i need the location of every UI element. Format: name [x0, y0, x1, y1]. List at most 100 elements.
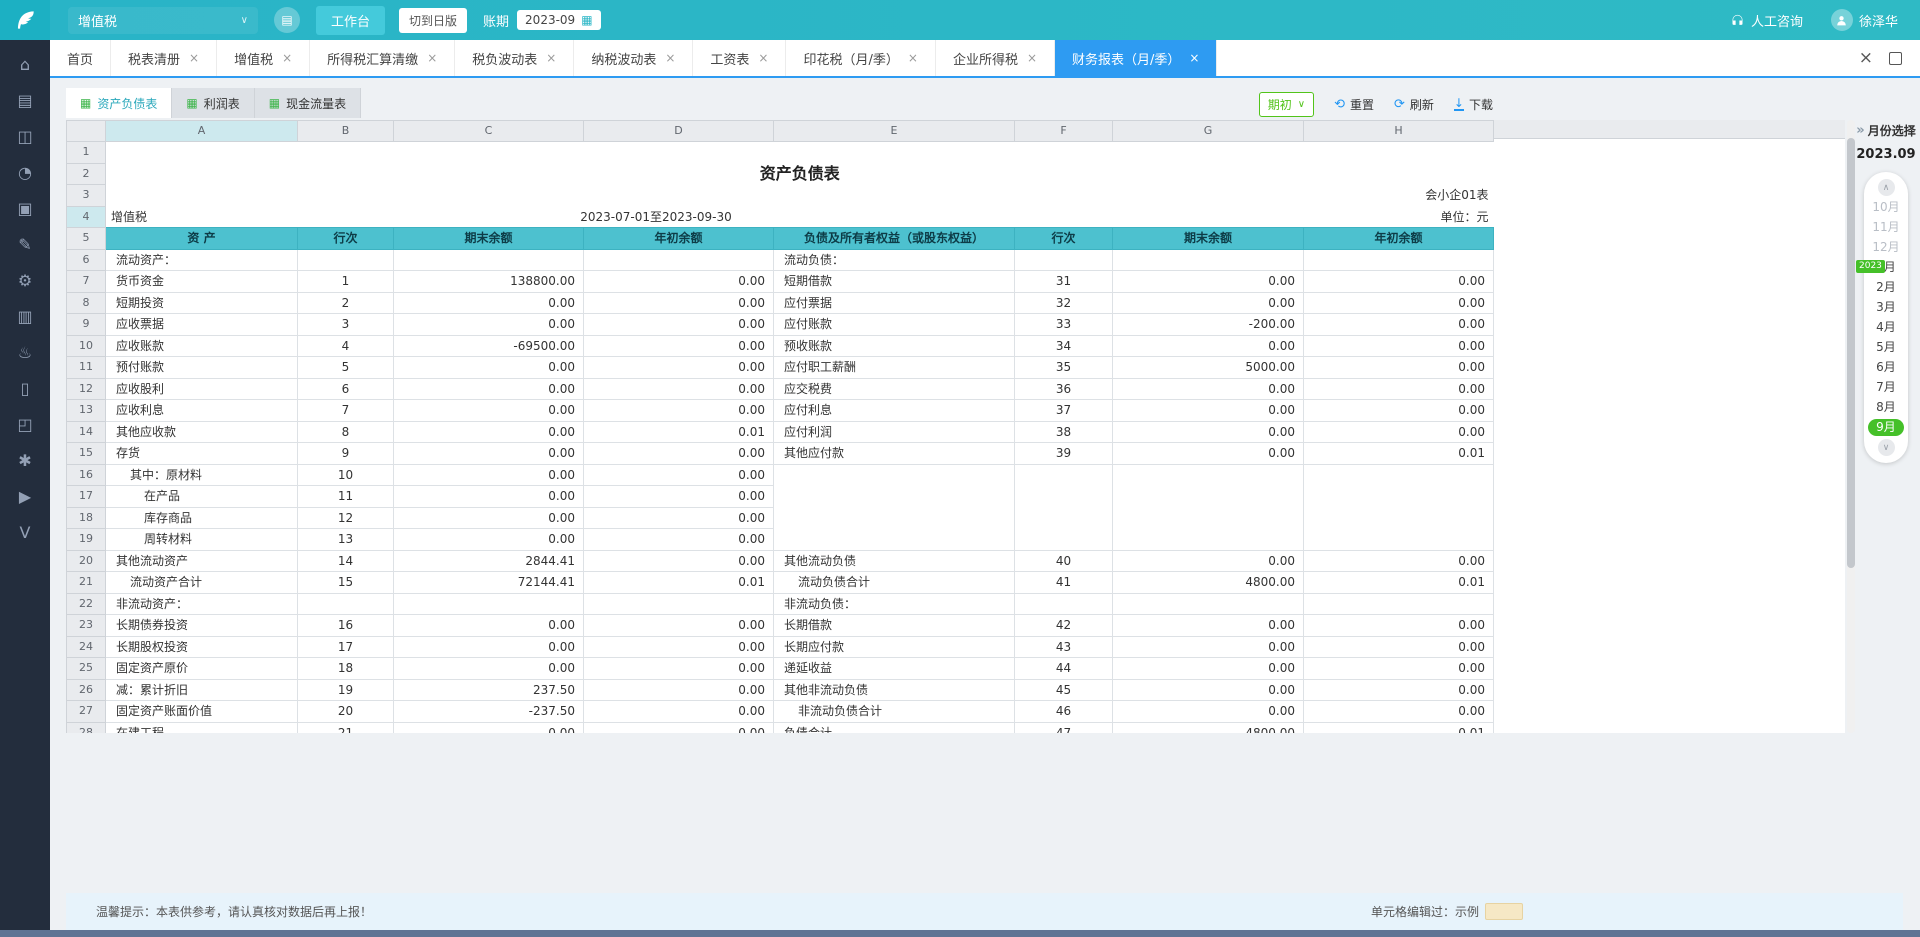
period-icon[interactable]: ◔ — [13, 162, 37, 184]
column-header[interactable]: D — [583, 120, 774, 142]
cell-liability-name[interactable]: 其他应付款 — [773, 442, 1015, 465]
cell-asset-line[interactable]: 13 — [297, 528, 394, 551]
row-number[interactable]: 13 — [66, 399, 106, 422]
cell-asset-end-balance[interactable]: 138800.00 — [393, 270, 584, 293]
app-logo[interactable] — [0, 0, 50, 40]
cell-asset-name[interactable]: 固定资产账面价值 — [105, 700, 298, 723]
cell-asset-name[interactable]: 货币资金 — [105, 270, 298, 293]
cell-liability-name[interactable]: 应付利润 — [773, 420, 1015, 443]
cell-asset-line[interactable]: 18 — [297, 657, 394, 680]
month-item[interactable]: 5月 — [1868, 339, 1904, 356]
cell-asset-end-balance[interactable]: 0.00 — [393, 614, 584, 637]
row-number[interactable]: 16 — [66, 463, 106, 486]
cell-asset-name[interactable]: 流动资产合计 — [105, 571, 298, 594]
cell-liability-begin-balance[interactable]: 0.00 — [1303, 657, 1494, 680]
column-header[interactable]: E — [773, 120, 1015, 142]
cell-liability-begin-balance[interactable]: 0.00 — [1303, 377, 1494, 400]
cell-asset-name[interactable]: 存货 — [105, 442, 298, 465]
cell-asset-name[interactable]: 减：累计折旧 — [105, 678, 298, 701]
cell-liability-begin-balance[interactable]: 0.00 — [1303, 334, 1494, 357]
cell-liability-name[interactable]: 流动负债： — [773, 248, 1015, 271]
month-item[interactable]: 4月 — [1868, 319, 1904, 336]
cell-asset-begin-balance[interactable]: 0.00 — [583, 528, 774, 551]
cell-asset-name[interactable]: 应收账款 — [105, 334, 298, 357]
cell-liability-begin-balance[interactable]: 0.00 — [1303, 678, 1494, 701]
fullscreen-icon[interactable] — [1889, 51, 1902, 65]
cell-asset-end-balance[interactable]: -69500.00 — [393, 334, 584, 357]
cell-asset-begin-balance[interactable]: 0.00 — [583, 463, 774, 486]
cell-asset-name[interactable]: 预付账款 — [105, 356, 298, 379]
month-item[interactable]: 9月 — [1868, 419, 1904, 436]
cell-liability-begin-balance[interactable] — [1303, 592, 1494, 615]
chevron-up-icon[interactable]: ∧ — [1877, 179, 1895, 196]
cell-asset-line[interactable]: 19 — [297, 678, 394, 701]
cell-liability-end-balance[interactable]: 0.00 — [1112, 334, 1304, 357]
cell-asset-name[interactable]: 流动资产： — [105, 248, 298, 271]
cell-liability-line[interactable]: 41 — [1014, 571, 1113, 594]
cell-asset-end-balance[interactable]: 0.00 — [393, 356, 584, 379]
cell-asset-line[interactable]: 11 — [297, 485, 394, 508]
tab-item[interactable]: 增值税 × — [217, 40, 311, 76]
cell-liability-line[interactable]: 47 — [1014, 721, 1113, 733]
download-button[interactable]: ↓ 下载 — [1453, 96, 1493, 113]
row-number[interactable]: 9 — [66, 313, 106, 336]
cell-liability-end-balance[interactable]: 0.00 — [1112, 657, 1304, 680]
tab-close-icon[interactable]: × — [546, 51, 556, 65]
cell-liability-name[interactable]: 非流动负债： — [773, 592, 1015, 615]
row-number[interactable]: 4 — [66, 205, 106, 228]
row-number[interactable]: 15 — [66, 442, 106, 465]
cell-liability-end-balance[interactable]: -200.00 — [1112, 313, 1304, 336]
reports-icon[interactable]: ◫ — [13, 126, 37, 148]
cell-liability-end-balance[interactable]: 0.00 — [1112, 635, 1304, 658]
row-number[interactable]: 21 — [66, 571, 106, 594]
cell-asset-name[interactable]: 在建工程 — [105, 721, 298, 733]
row-number[interactable]: 3 — [66, 184, 106, 207]
row-number[interactable]: 10 — [66, 334, 106, 357]
cell-asset-end-balance[interactable] — [393, 248, 584, 271]
cell-asset-begin-balance[interactable]: 0.00 — [583, 614, 774, 637]
cell-liability-line[interactable]: 36 — [1014, 377, 1113, 400]
cell-asset-name[interactable]: 在产品 — [105, 485, 298, 508]
tools-icon[interactable]: ⚙ — [13, 270, 37, 292]
cell-asset-begin-balance[interactable]: 0.01 — [583, 571, 774, 594]
cell-liability-begin-balance[interactable] — [1303, 248, 1494, 271]
cell-asset-begin-balance[interactable]: 0.00 — [583, 291, 774, 314]
tab-item[interactable]: 工资表 × — [693, 40, 787, 76]
tab-close-icon[interactable]: × — [189, 51, 199, 65]
row-number[interactable]: 26 — [66, 678, 106, 701]
cell-asset-end-balance[interactable]: 0.00 — [393, 442, 584, 465]
scrollbar-thumb[interactable] — [1847, 138, 1855, 568]
month-item[interactable]: 3月 — [1868, 299, 1904, 316]
bookkeeping-icon[interactable]: ✎ — [13, 234, 37, 256]
cell-liability-name[interactable]: 应付利息 — [773, 399, 1015, 422]
cell-liability-line[interactable]: 39 — [1014, 442, 1113, 465]
cell-liability-name[interactable]: 预收账款 — [773, 334, 1015, 357]
row-number[interactable]: 5 — [66, 227, 106, 250]
company-cell[interactable]: 增值税 — [105, 206, 298, 228]
row-number[interactable]: 20 — [66, 549, 106, 572]
cell-liability-line[interactable]: 43 — [1014, 635, 1113, 658]
column-header[interactable]: F — [1014, 120, 1113, 142]
cell-asset-line[interactable] — [297, 248, 394, 271]
user-menu[interactable]: 徐泽华 — [1830, 9, 1898, 31]
cell-asset-line[interactable]: 3 — [297, 313, 394, 336]
month-item[interactable]: 10月 — [1868, 199, 1904, 216]
tab-close-icon[interactable]: × — [758, 51, 768, 65]
ledger-icon[interactable]: ▥ — [13, 306, 37, 328]
cell-liability-end-balance[interactable]: 0.00 — [1112, 678, 1304, 701]
cell-liability-begin-balance[interactable]: 0.00 — [1303, 700, 1494, 723]
settings-icon[interactable]: ✱ — [13, 450, 37, 472]
column-header[interactable]: G — [1112, 120, 1304, 142]
cell-asset-name[interactable]: 长期股权投资 — [105, 635, 298, 658]
cell-asset-end-balance[interactable]: 0.00 — [393, 721, 584, 733]
cell-asset-line[interactable]: 12 — [297, 506, 394, 529]
row-number[interactable]: 27 — [66, 700, 106, 723]
tab-item[interactable]: 纳税波动表 × — [574, 40, 694, 76]
row-number[interactable]: 28 — [66, 721, 106, 733]
vertical-scrollbar[interactable] — [1847, 120, 1855, 733]
period-type-select[interactable]: 期初 ∨ — [1258, 92, 1315, 117]
cell-liability-line[interactable] — [1014, 248, 1113, 271]
row-number[interactable]: 1 — [66, 141, 106, 164]
company-select[interactable]: 增值税 ∨ — [68, 6, 258, 34]
daily-report-icon[interactable]: ▤ — [274, 7, 300, 33]
